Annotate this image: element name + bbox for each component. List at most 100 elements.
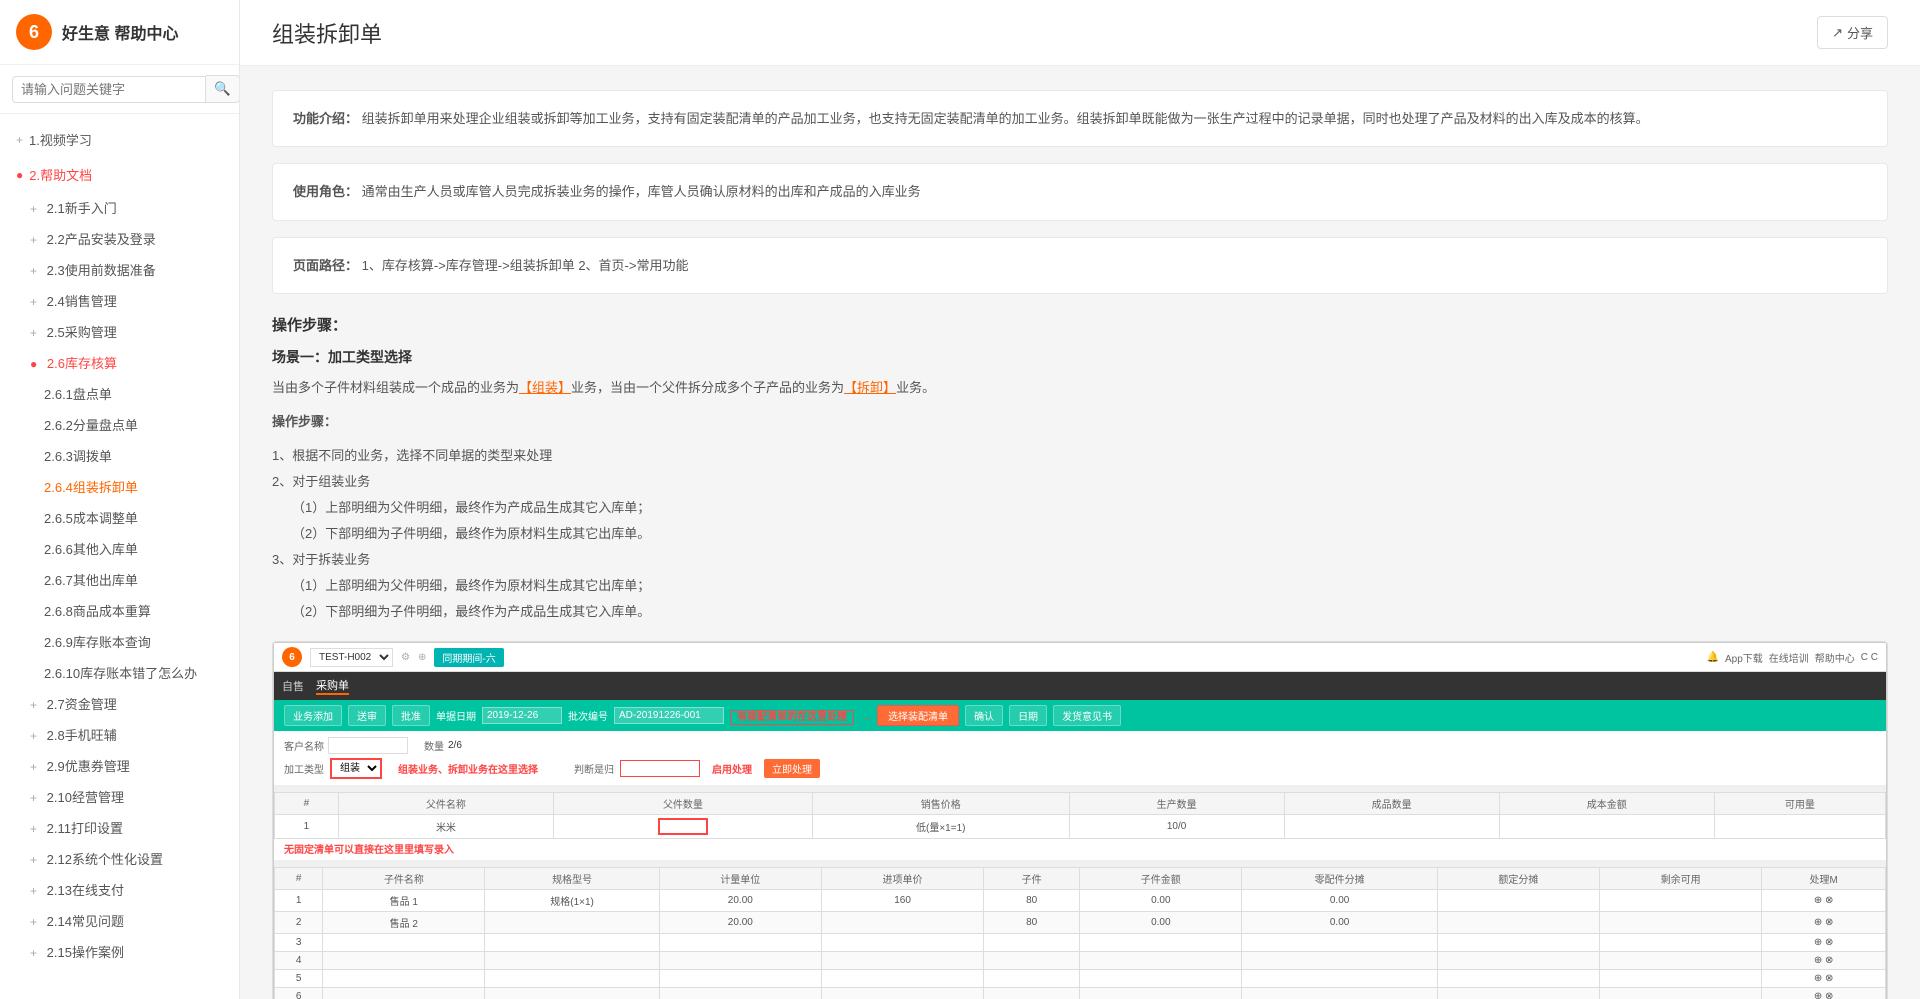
- toolbar-approve-btn[interactable]: 批准: [392, 705, 430, 726]
- toolbar-shipping-btn[interactable]: 发货意见书: [1053, 705, 1121, 726]
- sidebar-item-268[interactable]: 2.6.8商品成本重算: [0, 595, 239, 626]
- nav-tab-home[interactable]: 自售: [282, 678, 304, 694]
- child-row-5: 5⊕ ⊗: [275, 970, 1886, 988]
- col-c-unit: 计量单位: [659, 868, 821, 890]
- path-text: 1、库存核算->库存管理->组装拆卸单 2、首页->常用功能: [362, 258, 689, 273]
- customer-input[interactable]: [328, 737, 408, 754]
- batch-input2[interactable]: [620, 760, 700, 777]
- step-list: 1、根据不同的业务，选择不同单据的类型来处理 2、对于组装业务 （1）上部明细为…: [272, 443, 1888, 625]
- toolbar-add-btn[interactable]: 业务添加: [284, 705, 342, 726]
- ops-section-title: 操作步骤：: [272, 314, 1888, 335]
- sidebar-item-system[interactable]: + 2.12系统个性化设置: [0, 843, 239, 874]
- sidebar-item-purchase[interactable]: + 2.5采购管理: [0, 316, 239, 347]
- sidebar-item-print[interactable]: + 2.11打印设置: [0, 812, 239, 843]
- child-row-6: 6⊕ ⊗: [275, 988, 1886, 999]
- app-name: 好生意 帮助中心: [62, 20, 178, 44]
- role-box: 使用角色： 通常由生产人员或库管人员完成拆装业务的操作，库管人员确认原材料的出库…: [272, 163, 1888, 220]
- sidebar-item-266[interactable]: 2.6.6其他入库单: [0, 533, 239, 564]
- link-disassemble[interactable]: 【拆卸】: [844, 380, 896, 395]
- link-assemble[interactable]: 【组装】: [519, 380, 571, 395]
- sidebar-item-payment[interactable]: + 2.13在线支付: [0, 874, 239, 905]
- path-label: 页面路径：: [293, 258, 358, 273]
- cell-cost: [1499, 815, 1714, 839]
- sidebar-item-261[interactable]: 2.6.1盘点单: [0, 378, 239, 409]
- nav-list: + 1.视频学习 ● 2.帮助文档 + 2.1新手入门 + 2.2产品安装及登录: [0, 114, 239, 975]
- main-content: 组装拆卸单 ↗ 分享 功能介绍： 组装拆卸单用来处理企业组装或拆卸等加工业务，支…: [240, 0, 1920, 999]
- sidebar-item-install[interactable]: + 2.2产品安装及登录: [0, 223, 239, 254]
- search-button[interactable]: 🔍: [206, 75, 240, 103]
- cell-prod: 10/0: [1069, 815, 1284, 839]
- child-row-2: 2 售品 2 20.00 80 0.00 0.00: [275, 912, 1886, 934]
- app-topbar: 6 TEST-H002 ⚙ ⊕ 同期期间-六 🔔 App下载 在线培训 帮助中心: [274, 643, 1886, 672]
- sidebar-item-262[interactable]: 2.6.2分量盘点单: [0, 409, 239, 440]
- col-c-name: 子件名称: [323, 868, 485, 890]
- col-finished-qty: 成品数量: [1284, 793, 1499, 815]
- intro-text: 组装拆卸单用来处理企业组装或拆卸等加工业务，支持有固定装配清单的产品加工业务，也…: [362, 111, 1649, 126]
- parent-qty-input[interactable]: [658, 818, 708, 835]
- search-bar: 🔍: [0, 65, 239, 114]
- toolbar-date-input[interactable]: [482, 707, 562, 724]
- sidebar-item-265[interactable]: 2.6.5成本调整单: [0, 502, 239, 533]
- article-body: 功能介绍： 组装拆卸单用来处理企业组装或拆卸等加工业务，支持有固定装配清单的产品…: [240, 66, 1920, 999]
- col-num: #: [275, 793, 339, 815]
- sidebar-item-faq[interactable]: + 2.14常见问题: [0, 905, 239, 936]
- sidebar-item-263[interactable]: 2.6.3调拨单: [0, 440, 239, 471]
- sidebar-item-inventory[interactable]: ● 2.6库存核算: [0, 347, 239, 378]
- app-form-area: 客户名称 数量 2/6 加工类型 组装: [274, 731, 1886, 786]
- topbar-help[interactable]: 帮助中心: [1815, 650, 1855, 665]
- col-parent-name: 父件名称: [338, 793, 553, 815]
- sidebar-item-data[interactable]: + 2.3使用前数据准备: [0, 254, 239, 285]
- sidebar-item-coupon[interactable]: + 2.9优惠券管理: [0, 750, 239, 781]
- toolbar-select-list-btn[interactable]: 选择装配清单: [877, 705, 959, 726]
- toolbar-date2-btn[interactable]: 日期: [1009, 705, 1047, 726]
- step-3-1: （1）上部明细为父件明细，最终作为原材料生成其它出库单；: [272, 573, 1888, 599]
- sidebar-item-sales[interactable]: + 2.4销售管理: [0, 285, 239, 316]
- toolbar-audit-btn[interactable]: 送审: [348, 705, 386, 726]
- role-text: 通常由生产人员或库管人员完成拆装业务的操作，库管人员确认原材料的出库和产成品的入…: [362, 184, 921, 199]
- sidebar-item-2610[interactable]: 2.6.10库存账本错了怎么办: [0, 657, 239, 688]
- sidebar-item-cases[interactable]: + 2.15操作案例: [0, 936, 239, 967]
- toolbar-confirm-btn[interactable]: 确认: [965, 705, 1003, 726]
- sidebar-item-ops[interactable]: + 2.10经营管理: [0, 781, 239, 812]
- app-nav: 自售 采购单: [274, 672, 1886, 700]
- col-c-process: 处理M: [1762, 868, 1886, 890]
- process-now-btn[interactable]: 立即处理: [764, 759, 820, 778]
- intro-label: 功能介绍：: [293, 111, 358, 126]
- topbar-app-download[interactable]: App下载: [1725, 650, 1763, 665]
- sidebar-item-finance[interactable]: + 2.7资金管理: [0, 688, 239, 719]
- nav-icon-docs: ●: [16, 168, 23, 182]
- nav-header-video[interactable]: + 1.视频学习: [0, 122, 239, 157]
- share-button[interactable]: ↗ 分享: [1817, 16, 1888, 49]
- parent-row-1: 1 米米 低(量×1=1) 10/0: [275, 815, 1886, 839]
- toolbar-batch-label: 批次编号: [568, 708, 608, 723]
- search-input[interactable]: [12, 76, 206, 103]
- topbar-icons: 🔔: [1707, 652, 1719, 663]
- parent-table: # 父件名称 父件数量 销售价格 生产数量 成品数量 成本金额 可用量: [274, 792, 1886, 839]
- company-select[interactable]: TEST-H002: [310, 648, 393, 667]
- sidebar-item-267[interactable]: 2.6.7其他出库单: [0, 564, 239, 595]
- topbar-training[interactable]: 在线培训: [1769, 650, 1809, 665]
- type-row: 加工类型 组装 拆卸 组装业务、拆卸业务在这里选择 判断是归 启用处理: [284, 758, 1876, 779]
- topbar-icon2: ⊕: [418, 652, 426, 663]
- col-c-qty: 子件: [984, 868, 1080, 890]
- sidebar-item-mobile[interactable]: + 2.8手机旺辅: [0, 719, 239, 750]
- step-3: 3、对于拆装业务: [272, 547, 1888, 573]
- scene1-desc: 当由多个子件材料组装成一个成品的业务为【组装】业务，当由一个父件拆分成多个子产品…: [272, 375, 1888, 401]
- col-sales-price: 销售价格: [812, 793, 1069, 815]
- topbar-user[interactable]: C C: [1861, 652, 1878, 663]
- intro-box: 功能介绍： 组装拆卸单用来处理企业组装或拆卸等加工业务，支持有固定装配清单的产品…: [272, 90, 1888, 147]
- toolbar-batch-input[interactable]: [614, 707, 724, 724]
- nav-tab-purchase[interactable]: 采购单: [316, 677, 349, 695]
- sidebar-item-264[interactable]: 2.6.4组装拆卸单: [0, 471, 239, 502]
- nav-header-docs[interactable]: ● 2.帮助文档: [0, 157, 239, 192]
- sidebar-item-269[interactable]: 2.6.9库存账本查询: [0, 626, 239, 657]
- sidebar: 6 好生意 帮助中心 🔍 + 1.视频学习 ● 2.帮助文档 + 2.1新手入门: [0, 0, 240, 999]
- sidebar-logo: 6 好生意 帮助中心: [0, 0, 239, 65]
- col-c-share: 零配件分摊: [1242, 868, 1437, 890]
- period-btn[interactable]: 同期期间-六: [434, 648, 503, 667]
- qty-field: 数量 2/6: [424, 738, 462, 753]
- nav-item-docs: ● 2.帮助文档 + 2.1新手入门 + 2.2产品安装及登录 + 2.3使用前…: [0, 157, 239, 967]
- type-select[interactable]: 组装 拆卸: [330, 758, 382, 779]
- sidebar-item-newbie[interactable]: + 2.1新手入门: [0, 192, 239, 223]
- cell-num: 1: [275, 815, 339, 839]
